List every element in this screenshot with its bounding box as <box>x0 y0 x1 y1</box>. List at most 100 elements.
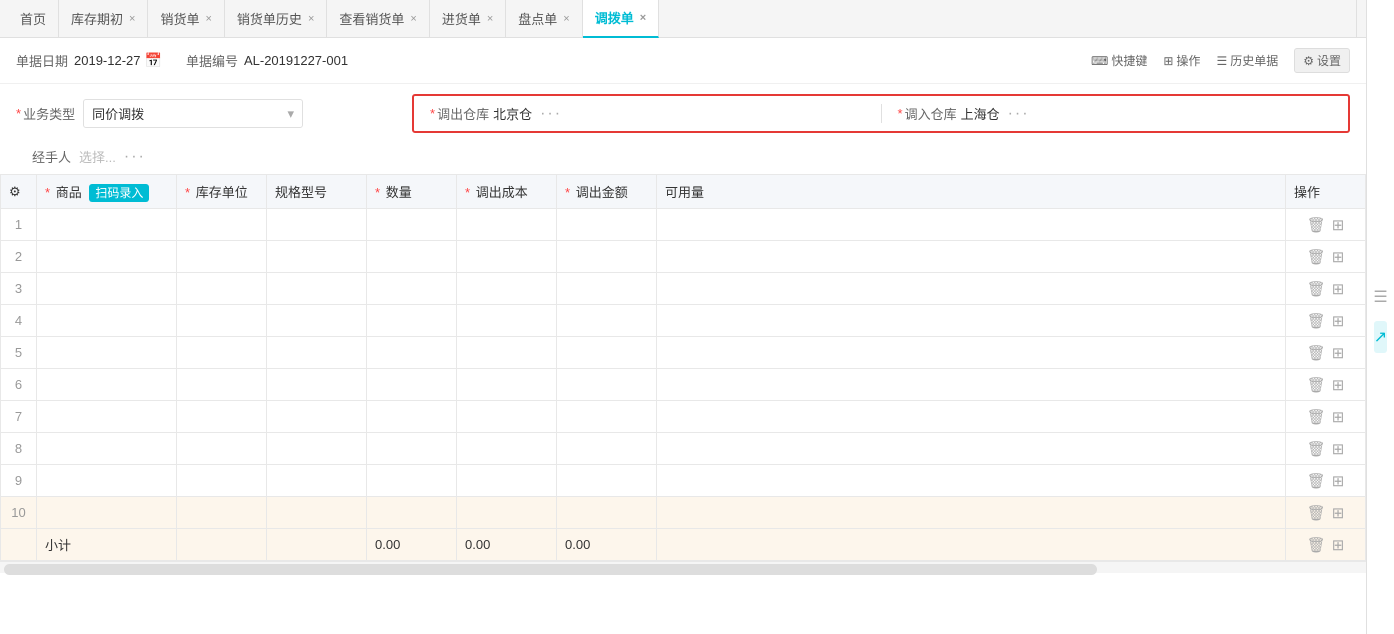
tab-chaxiao-close[interactable]: × <box>410 13 416 25</box>
tab-xiaohuo-close[interactable]: × <box>205 13 211 25</box>
row-copy-icon-1[interactable]: ⊞ <box>1332 216 1345 234</box>
row-copy-icon-6[interactable]: ⊞ <box>1332 376 1345 394</box>
row-unit-10[interactable] <box>177 497 267 529</box>
row-product-9[interactable] <box>37 465 177 497</box>
row-delete-icon-10[interactable]: 🗑 <box>1307 504 1326 522</box>
calendar-icon[interactable]: 📅 <box>145 52 162 69</box>
tab-xiaohuolishi-close[interactable]: × <box>308 13 314 25</box>
row-unit-9[interactable] <box>177 465 267 497</box>
person-select[interactable]: 选择... <box>79 147 116 166</box>
row-cost-10[interactable] <box>457 497 557 529</box>
row-delete-icon-9[interactable]: 🗑 <box>1307 472 1326 490</box>
row-available-1[interactable] <box>657 209 1286 241</box>
row-amount-6[interactable] <box>557 369 657 401</box>
tab-home[interactable]: 首页 <box>8 0 59 38</box>
row-qty-1[interactable] <box>367 209 457 241</box>
row-delete-icon-7[interactable]: 🗑 <box>1307 408 1326 426</box>
tab-xiaohuo[interactable]: 销货单 × <box>148 0 224 38</box>
row-qty-7[interactable] <box>367 401 457 433</box>
row-qty-8[interactable] <box>367 433 457 465</box>
row-amount-1[interactable] <box>557 209 657 241</box>
row-qty-5[interactable] <box>367 337 457 369</box>
out-warehouse-more-icon[interactable]: ··· <box>540 105 562 123</box>
row-delete-icon-5[interactable]: 🗑 <box>1307 344 1326 362</box>
row-cost-7[interactable] <box>457 401 557 433</box>
row-copy-icon-2[interactable]: ⊞ <box>1332 248 1345 266</box>
row-spec-2[interactable] <box>267 241 367 273</box>
out-warehouse-value[interactable]: 北京仓 <box>493 104 532 123</box>
row-amount-10[interactable] <box>557 497 657 529</box>
row-available-3[interactable] <box>657 273 1286 305</box>
row-delete-icon-4[interactable]: 🗑 <box>1307 312 1326 330</box>
row-spec-7[interactable] <box>267 401 367 433</box>
row-copy-icon-9[interactable]: ⊞ <box>1332 472 1345 490</box>
row-available-10[interactable] <box>657 497 1286 529</box>
row-delete-icon-3[interactable]: 🗑 <box>1307 280 1326 298</box>
row-cost-3[interactable] <box>457 273 557 305</box>
row-cost-4[interactable] <box>457 305 557 337</box>
row-product-5[interactable] <box>37 337 177 369</box>
row-unit-7[interactable] <box>177 401 267 433</box>
sidebar-list-icon[interactable]: ☰ <box>1373 281 1387 313</box>
row-copy-icon-5[interactable]: ⊞ <box>1332 344 1345 362</box>
biz-type-select[interactable]: 同价调拨 ▾ <box>83 99 303 128</box>
row-spec-3[interactable] <box>267 273 367 305</box>
row-unit-4[interactable] <box>177 305 267 337</box>
tab-tiaocuo[interactable]: 调拨单 × <box>583 0 659 38</box>
row-cost-1[interactable] <box>457 209 557 241</box>
row-spec-9[interactable] <box>267 465 367 497</box>
row-cost-6[interactable] <box>457 369 557 401</box>
row-qty-10[interactable] <box>367 497 457 529</box>
row-unit-2[interactable] <box>177 241 267 273</box>
settings-button[interactable]: ⚙ 设置 <box>1294 48 1350 73</box>
scan-button[interactable]: 扫码录入 <box>89 184 149 202</box>
row-copy-icon-4[interactable]: ⊞ <box>1332 312 1345 330</box>
row-available-7[interactable] <box>657 401 1286 433</box>
row-qty-3[interactable] <box>367 273 457 305</box>
row-spec-5[interactable] <box>267 337 367 369</box>
row-copy-icon-8[interactable]: ⊞ <box>1332 440 1345 458</box>
row-product-8[interactable] <box>37 433 177 465</box>
row-delete-icon-2[interactable]: 🗑 <box>1307 248 1326 266</box>
tab-pandian-close[interactable]: × <box>563 13 569 25</box>
sidebar-export-icon[interactable]: ↗ <box>1374 321 1387 353</box>
row-product-6[interactable] <box>37 369 177 401</box>
row-amount-7[interactable] <box>557 401 657 433</box>
tab-pandian[interactable]: 盘点单 × <box>506 0 582 38</box>
row-spec-1[interactable] <box>267 209 367 241</box>
shortcuts-button[interactable]: ⌨ 快捷键 <box>1091 52 1147 69</box>
row-product-7[interactable] <box>37 401 177 433</box>
row-unit-8[interactable] <box>177 433 267 465</box>
tab-jinhuo[interactable]: 进货单 × <box>430 0 506 38</box>
subtotal-copy-icon[interactable]: ⊞ <box>1332 536 1345 554</box>
in-warehouse-value[interactable]: 上海仓 <box>961 104 1000 123</box>
tab-kucun-close[interactable]: × <box>129 13 135 25</box>
row-available-2[interactable] <box>657 241 1286 273</box>
row-amount-5[interactable] <box>557 337 657 369</box>
row-amount-9[interactable] <box>557 465 657 497</box>
row-delete-icon-6[interactable]: 🗑 <box>1307 376 1326 394</box>
row-amount-2[interactable] <box>557 241 657 273</box>
scrollbar-thumb[interactable] <box>4 564 1097 575</box>
person-more-icon[interactable]: ··· <box>124 148 146 166</box>
row-qty-4[interactable] <box>367 305 457 337</box>
row-delete-icon-1[interactable]: 🗑 <box>1307 216 1326 234</box>
row-product-4[interactable] <box>37 305 177 337</box>
row-qty-2[interactable] <box>367 241 457 273</box>
row-spec-4[interactable] <box>267 305 367 337</box>
row-unit-3[interactable] <box>177 273 267 305</box>
row-spec-6[interactable] <box>267 369 367 401</box>
tab-jinhuo-close[interactable]: × <box>487 13 493 25</box>
row-product-2[interactable] <box>37 241 177 273</box>
row-spec-8[interactable] <box>267 433 367 465</box>
history-button[interactable]: ☰ 历史单据 <box>1216 52 1278 69</box>
row-available-8[interactable] <box>657 433 1286 465</box>
row-product-10[interactable] <box>37 497 177 529</box>
th-gear[interactable]: ⚙ <box>1 175 37 209</box>
row-available-4[interactable] <box>657 305 1286 337</box>
row-unit-5[interactable] <box>177 337 267 369</box>
row-copy-icon-10[interactable]: ⊞ <box>1332 504 1345 522</box>
tab-chaxiao[interactable]: 查看销货单 × <box>327 0 429 38</box>
row-unit-1[interactable] <box>177 209 267 241</box>
horizontal-scrollbar[interactable] <box>0 561 1366 573</box>
